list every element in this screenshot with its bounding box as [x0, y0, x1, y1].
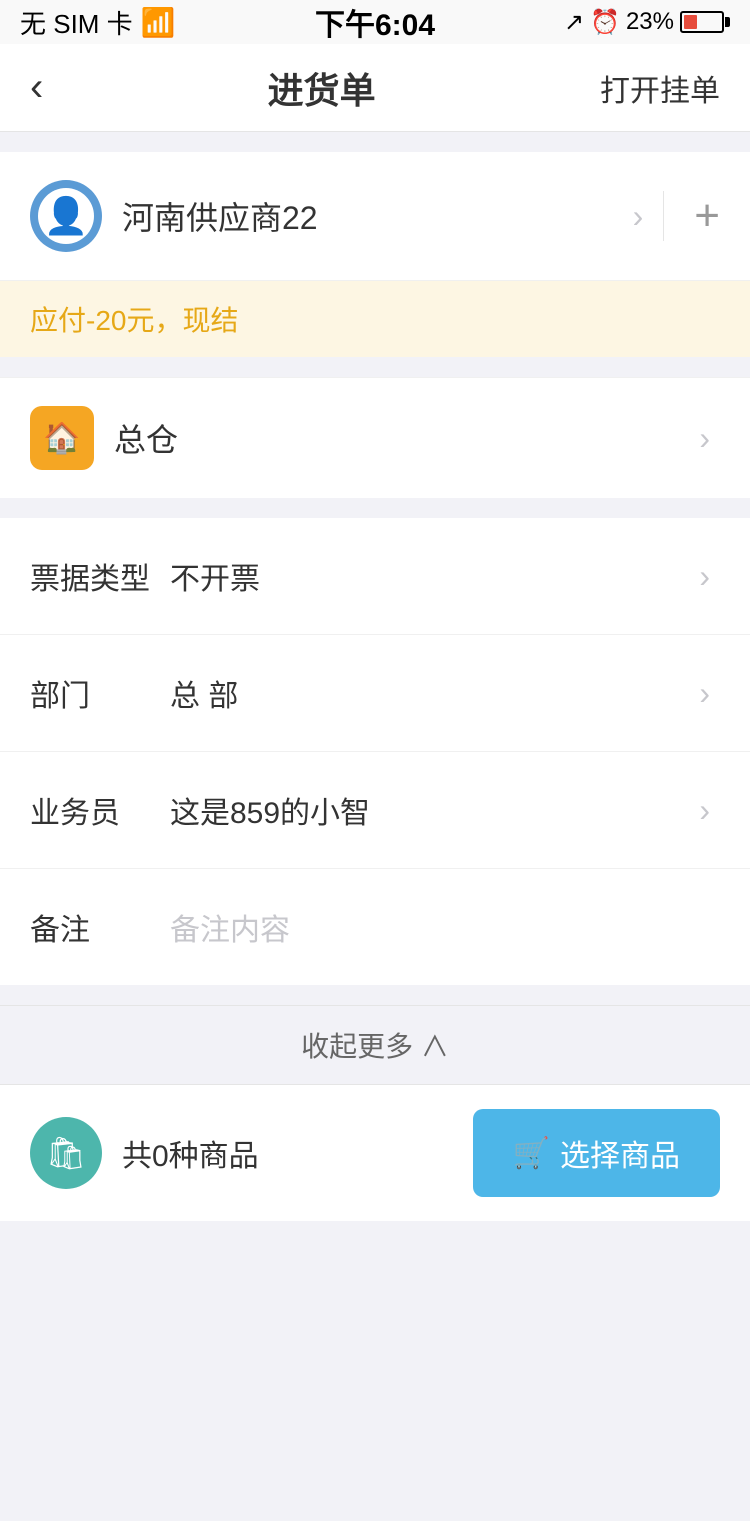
supplier-row[interactable]: 👤 河南供应商22 › + — [0, 152, 750, 281]
department-chevron-icon: › — [699, 675, 710, 712]
collapse-bar[interactable]: 收起更多 ∧ — [0, 1005, 750, 1085]
remark-label: 备注 — [30, 905, 170, 949]
page-title: 进货单 — [268, 62, 376, 114]
top-divider — [0, 132, 750, 152]
product-bar: 🛍 共0种商品 🛒 选择商品 — [0, 1085, 750, 1221]
salesman-value: 这是859的小智 — [170, 788, 699, 832]
form-section: 票据类型 不开票 › 部门 总 部 › 业务员 这是859的小智 › 备注 备注… — [0, 518, 750, 985]
salesman-chevron-icon: › — [699, 792, 710, 829]
product-count: 共0种商品 — [122, 1131, 473, 1175]
location-icon: ↗ — [564, 8, 584, 37]
warehouse-section: 🏠 总仓 › — [0, 377, 750, 498]
product-icon-wrap: 🛍 — [30, 1117, 102, 1189]
warehouse-name: 总仓 — [114, 415, 699, 461]
add-supplier-button[interactable]: + — [694, 191, 720, 241]
status-bar: 无 SIM 卡 📶 下午6:04 ↗ ⏰ 23% — [0, 0, 750, 44]
supplier-avatar: 👤 — [30, 180, 102, 252]
warehouse-chevron-icon: › — [699, 420, 710, 457]
status-left: 无 SIM 卡 📶 — [20, 4, 176, 41]
supplier-name: 河南供应商22 — [122, 193, 633, 239]
invoice-type-chevron-icon: › — [699, 558, 710, 595]
carrier-text: 无 SIM 卡 — [20, 4, 133, 41]
select-product-icon: 🛒 — [513, 1136, 550, 1171]
salesman-label: 业务员 — [30, 788, 170, 832]
warehouse-divider — [0, 357, 750, 377]
warehouse-row[interactable]: 🏠 总仓 › — [0, 377, 750, 498]
content-background — [0, 1221, 750, 1521]
department-value: 总 部 — [170, 671, 699, 715]
status-right: ↗ ⏰ 23% — [564, 8, 730, 37]
salesman-row[interactable]: 业务员 这是859的小智 › — [0, 752, 750, 869]
battery-text: 23% — [626, 8, 674, 36]
department-label: 部门 — [30, 671, 170, 715]
product-icon: 🛍 — [46, 1134, 87, 1172]
supplier-divider — [663, 191, 664, 241]
back-button[interactable]: ‹ — [30, 65, 43, 110]
person-icon: 👤 — [44, 195, 89, 237]
select-product-button[interactable]: 🛒 选择商品 — [473, 1109, 720, 1197]
collapse-label: 收起更多 ∧ — [301, 1025, 449, 1065]
select-product-label: 选择商品 — [560, 1131, 680, 1175]
battery-icon — [680, 11, 730, 33]
wifi-icon: 📶 — [141, 6, 176, 39]
invoice-type-row[interactable]: 票据类型 不开票 › — [0, 518, 750, 635]
warehouse-icon: 🏠 — [43, 421, 80, 456]
supplier-section: 👤 河南供应商22 › + 应付-20元，现结 — [0, 152, 750, 357]
remark-input[interactable]: 备注内容 — [170, 905, 720, 949]
alarm-icon: ⏰ — [590, 8, 620, 37]
department-row[interactable]: 部门 总 部 › — [0, 635, 750, 752]
warehouse-icon-wrap: 🏠 — [30, 406, 94, 470]
status-time: 下午6:04 — [315, 0, 435, 44]
invoice-type-value: 不开票 — [170, 554, 699, 598]
balance-notice: 应付-20元，现结 — [0, 281, 750, 357]
open-pending-button[interactable]: 打开挂单 — [600, 66, 720, 110]
invoice-type-label: 票据类型 — [30, 554, 170, 598]
nav-bar: ‹ 进货单 打开挂单 — [0, 44, 750, 132]
supplier-chevron-icon: › — [633, 198, 644, 235]
remark-row[interactable]: 备注 备注内容 — [0, 869, 750, 985]
